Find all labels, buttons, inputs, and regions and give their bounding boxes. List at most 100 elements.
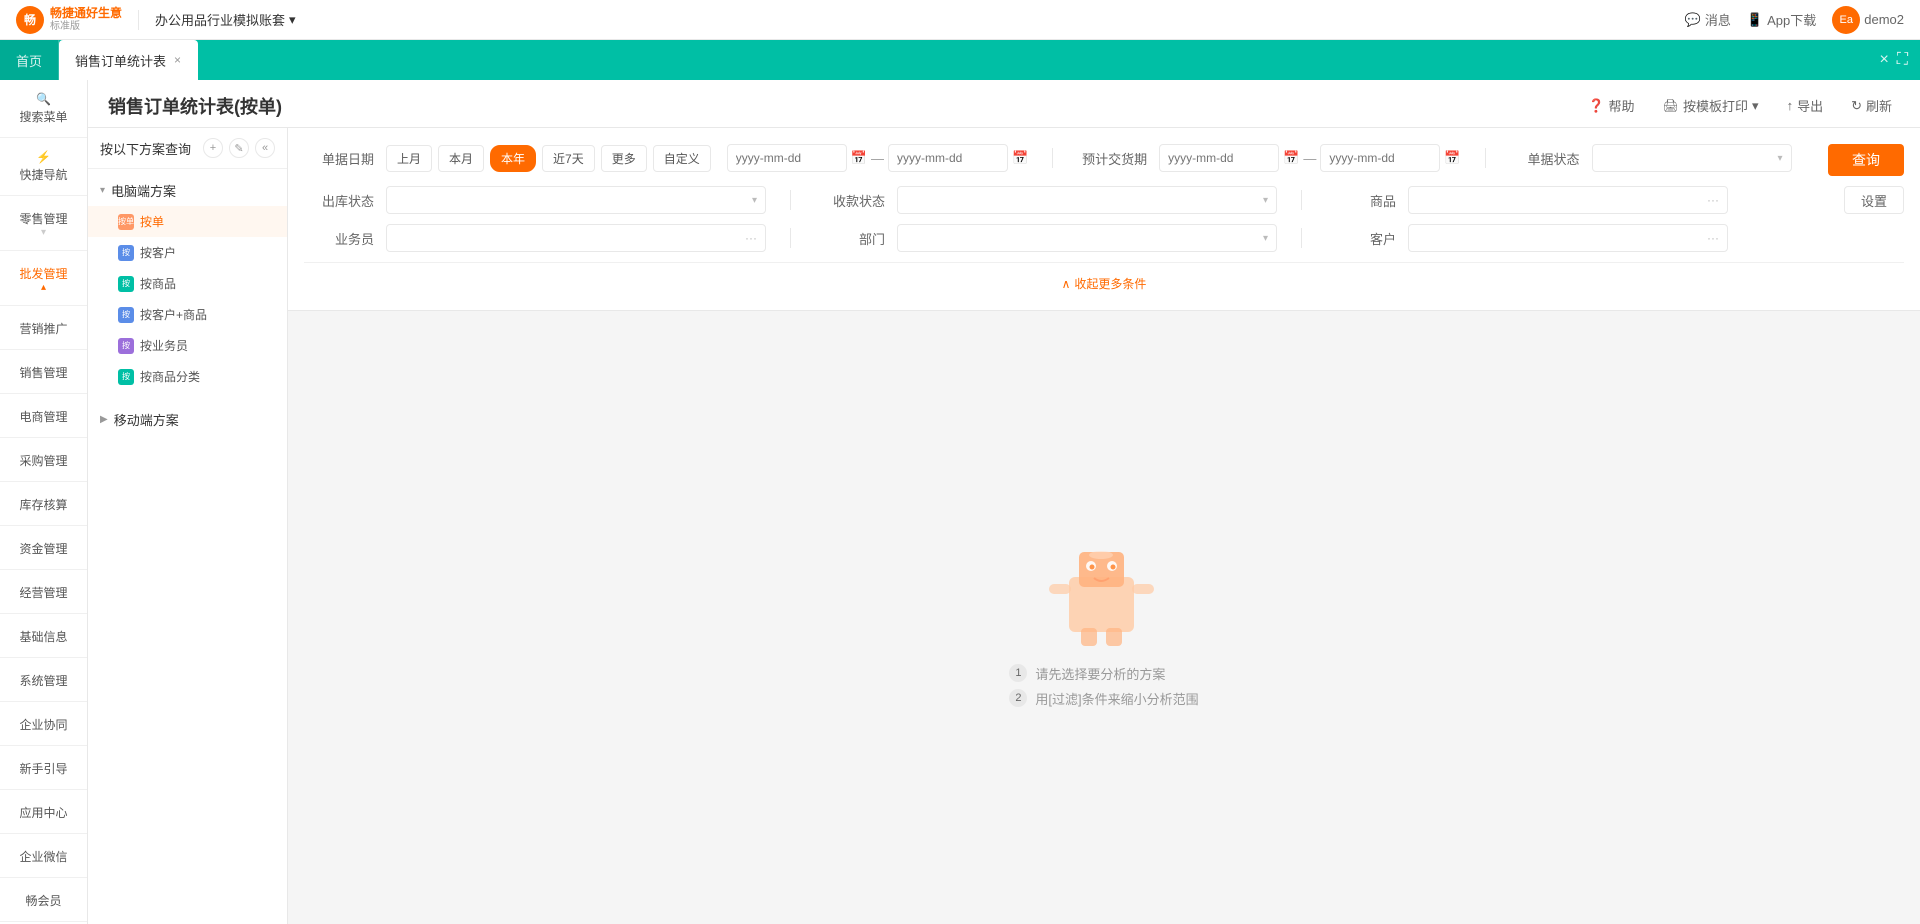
sidebar-item-app-center[interactable]: 应用中心	[0, 790, 87, 834]
by-order-icon: 按单	[118, 214, 134, 230]
sidebar-item-operations-label: 经营管理	[4, 584, 83, 601]
calendar-expected-start-icon[interactable]: 📅	[1283, 150, 1299, 166]
print-icon: 🖨	[1663, 98, 1680, 114]
export-label: 导出	[1797, 96, 1823, 115]
left-panel-title: 按以下方案查询	[100, 139, 191, 158]
help-icon: ❓	[1588, 98, 1604, 114]
goods-select[interactable]: ···	[1408, 186, 1728, 214]
calendar-start-icon[interactable]: 📅	[851, 150, 867, 166]
custom-btn[interactable]: 自定义	[653, 145, 711, 172]
sidebar-item-retail[interactable]: 零售管理 ▾	[0, 196, 87, 251]
tab-minimize-btn[interactable]: ×	[1879, 51, 1888, 69]
date-label: 单据日期	[304, 149, 374, 168]
scheme-item-by-customer-product[interactable]: 按 按客户+商品	[88, 299, 287, 330]
sidebar-item-system-label: 系统管理	[4, 672, 83, 689]
scheme-item-by-salesperson[interactable]: 按 按业务员	[88, 330, 287, 361]
scheme-item-by-product-label: 按商品	[140, 275, 176, 292]
mobile-scheme-group-header[interactable]: ▶ 移动端方案	[88, 404, 287, 435]
tab-home[interactable]: 首页	[0, 40, 59, 80]
payment-status-select[interactable]: ▾	[897, 186, 1277, 214]
sidebar-item-enterprise[interactable]: 企业协同	[0, 702, 87, 746]
more-btn[interactable]: 更多	[601, 145, 647, 172]
sidebar-item-retail-label: 零售管理	[4, 210, 83, 227]
sidebar-item-search[interactable]: 🔍 搜索菜单	[0, 80, 87, 138]
sidebar-item-marketing[interactable]: 营销推广	[0, 306, 87, 350]
last-7-btn[interactable]: 近7天	[542, 145, 595, 172]
ship-status-select[interactable]: ▾	[386, 186, 766, 214]
tab-close-icon[interactable]: ×	[174, 53, 181, 67]
salesperson-select[interactable]: ···	[386, 224, 766, 252]
edit-scheme-btn[interactable]: ✎	[229, 138, 249, 158]
sidebar-item-operations[interactable]: 经营管理	[0, 570, 87, 614]
sidebar-item-app-center-label: 应用中心	[4, 804, 83, 821]
empty-svg-icon	[1039, 522, 1169, 652]
add-scheme-btn[interactable]: +	[203, 138, 223, 158]
pc-scheme-group-header[interactable]: ▾ 电脑端方案	[88, 175, 287, 206]
refresh-label: 刷新	[1866, 96, 1892, 115]
by-customer-product-icon: 按	[118, 307, 134, 323]
filter-action-btns-1: 查询	[1820, 140, 1904, 176]
tab-maximize-btn[interactable]: ⛶	[1897, 51, 1908, 69]
sidebar-item-finance[interactable]: 资金管理	[0, 526, 87, 570]
help-btn[interactable]: ❓ 帮助	[1580, 92, 1642, 119]
add-icon: +	[210, 142, 216, 154]
company-selector[interactable]: 办公用品行业模拟账套 ▾	[155, 10, 296, 29]
scheme-item-by-customer[interactable]: 按 按客户	[88, 237, 287, 268]
message-btn[interactable]: 💬 消息	[1685, 10, 1731, 29]
collapse-filter-btn[interactable]: ∧ 收起更多条件	[1056, 269, 1153, 298]
this-month-btn[interactable]: 本月	[438, 145, 484, 172]
sidebar-item-system[interactable]: 系统管理	[0, 658, 87, 702]
customer-select[interactable]: ···	[1408, 224, 1728, 252]
sidebar-item-sales[interactable]: 销售管理	[0, 350, 87, 394]
scheme-item-by-category[interactable]: 按 按商品分类	[88, 361, 287, 392]
date-start-input[interactable]	[727, 144, 847, 172]
filter-area: 单据日期 上月 本月 本年 近7天 更多 自定义 📅 —	[288, 128, 1920, 311]
sidebar-item-ecommerce[interactable]: 电商管理	[0, 394, 87, 438]
refresh-btn[interactable]: ↻ 刷新	[1843, 92, 1900, 119]
calendar-expected-end-icon[interactable]: 📅	[1444, 150, 1460, 166]
template-print-btn[interactable]: 🖨 按模板打印 ▾	[1655, 92, 1767, 119]
tab-sales-stats[interactable]: 销售订单统计表 ×	[59, 40, 198, 80]
pc-group-toggle-icon: ▾	[100, 185, 105, 196]
sidebar-item-quick-nav[interactable]: ⚡ 快捷导航	[0, 138, 87, 196]
dept-select[interactable]: ▾	[897, 224, 1277, 252]
last-month-btn[interactable]: 上月	[386, 145, 432, 172]
filter-row-1: 单据日期 上月 本月 本年 近7天 更多 自定义 📅 —	[304, 140, 1904, 176]
export-btn[interactable]: ↑ 导出	[1779, 92, 1832, 119]
collapse-panel-btn[interactable]: «	[255, 138, 275, 158]
content-body: 按以下方案查询 + ✎ «	[88, 128, 1920, 924]
empty-hints: 1 请先选择要分析的方案 2 用[过滤]条件来缩小分析范围	[1009, 664, 1198, 714]
query-btn[interactable]: 查询	[1828, 144, 1904, 176]
sidebar-item-sales-label: 销售管理	[4, 364, 83, 381]
wholesale-arrow-icon: ▴	[4, 282, 83, 293]
sidebar-item-enterprise-label: 企业协同	[4, 716, 83, 733]
calendar-end-icon[interactable]: 📅	[1012, 150, 1028, 166]
sidebar-item-guide[interactable]: 新手引导	[0, 746, 87, 790]
top-bar-right: 💬 消息 📱 App下载 Ea demo2	[1685, 6, 1904, 34]
sidebar-item-vip[interactable]: 畅会员	[0, 878, 87, 922]
reset-btn[interactable]: 设置	[1844, 186, 1904, 214]
sidebar-item-wechat-label: 企业微信	[4, 848, 83, 865]
sidebar-item-wechat[interactable]: 企业微信	[0, 834, 87, 878]
order-status-arrow-icon: ▾	[1777, 153, 1782, 164]
scheme-item-by-order[interactable]: 按单 按单	[88, 206, 287, 237]
user-btn[interactable]: Ea demo2	[1832, 6, 1904, 34]
refresh-icon: ↻	[1851, 98, 1862, 114]
dept-arrow-icon: ▾	[1263, 233, 1268, 244]
payment-status-arrow-icon: ▾	[1263, 195, 1268, 206]
date-end-input[interactable]	[888, 144, 1008, 172]
dept-label: 部门	[815, 229, 885, 248]
collapse-icon: «	[262, 142, 268, 154]
this-year-btn[interactable]: 本年	[490, 145, 536, 172]
sidebar-item-purchase[interactable]: 采购管理	[0, 438, 87, 482]
app-download-btn[interactable]: 📱 App下载	[1747, 10, 1816, 29]
sidebar: 🔍 搜索菜单 ⚡ 快捷导航 零售管理 ▾ 批发管理 ▴ 营销推广 销售管理 电商…	[0, 80, 88, 924]
expected-date-start-input[interactable]	[1159, 144, 1279, 172]
sidebar-item-wholesale[interactable]: 批发管理 ▴	[0, 251, 87, 306]
expected-date-end-input[interactable]	[1320, 144, 1440, 172]
scheme-item-by-product[interactable]: 按 按商品	[88, 268, 287, 299]
order-status-select[interactable]: ▾	[1592, 144, 1792, 172]
company-name: 办公用品行业模拟账套	[155, 10, 285, 29]
sidebar-item-inventory[interactable]: 库存核算	[0, 482, 87, 526]
sidebar-item-basic-info[interactable]: 基础信息	[0, 614, 87, 658]
